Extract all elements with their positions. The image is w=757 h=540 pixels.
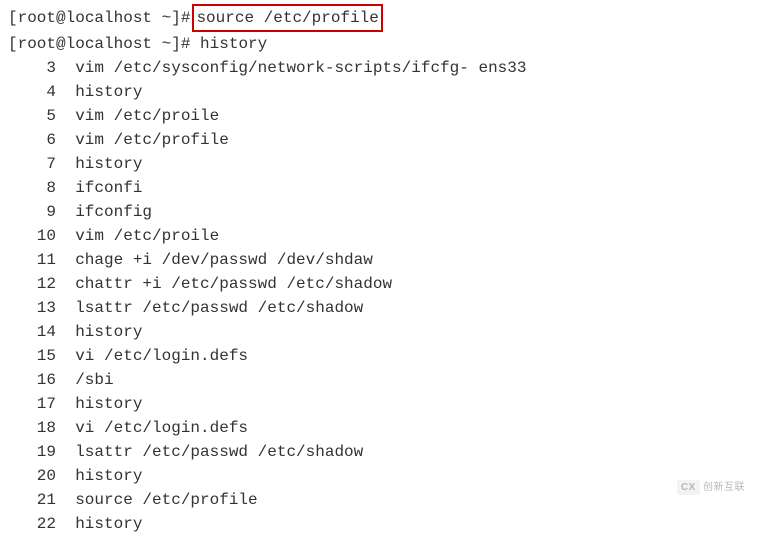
history-command: history — [75, 395, 142, 413]
history-line: 6 vim /etc/profile — [8, 128, 749, 152]
history-line: 11 chage +i /dev/passwd /dev/shdaw — [8, 248, 749, 272]
history-number: 17 — [8, 392, 56, 416]
history-number: 14 — [8, 320, 56, 344]
history-command: /sbi — [75, 371, 113, 389]
history-number: 10 — [8, 224, 56, 248]
watermark-logo: CX — [677, 480, 700, 495]
history-command: vim /etc/proile — [75, 107, 219, 125]
history-command: ifconfig — [75, 203, 152, 221]
history-command: ifconfi — [75, 179, 142, 197]
history-number: 7 — [8, 152, 56, 176]
history-number: 11 — [8, 248, 56, 272]
history-line: 18 vi /etc/login.defs — [8, 416, 749, 440]
history-line: 10 vim /etc/proile — [8, 224, 749, 248]
history-number: 13 — [8, 296, 56, 320]
history-command: source /etc/profile — [75, 491, 257, 509]
history-command: history — [75, 155, 142, 173]
history-line: 3 vim /etc/sysconfig/network-scripts/ifc… — [8, 56, 749, 80]
history-number: 12 — [8, 272, 56, 296]
history-command: vi /etc/login.defs — [75, 419, 248, 437]
history-number: 5 — [8, 104, 56, 128]
history-command: history — [75, 467, 142, 485]
history-command: vim /etc/sysconfig/network-scripts/ifcfg… — [75, 59, 526, 77]
history-command: history — [75, 515, 142, 533]
history-line: 7 history — [8, 152, 749, 176]
history-line: 22 history — [8, 512, 749, 536]
history-line: 8 ifconfi — [8, 176, 749, 200]
history-number: 3 — [8, 56, 56, 80]
shell-prompt-2: [root@localhost ~]# — [8, 35, 200, 53]
terminal-line-2[interactable]: [root@localhost ~]# history — [8, 32, 749, 56]
history-command: vi /etc/login.defs — [75, 347, 248, 365]
history-number: 22 — [8, 512, 56, 536]
history-output: 3 vim /etc/sysconfig/network-scripts/ifc… — [8, 56, 749, 536]
history-command: chage +i /dev/passwd /dev/shdaw — [75, 251, 373, 269]
history-number: 4 — [8, 80, 56, 104]
history-line: 19 lsattr /etc/passwd /etc/shadow — [8, 440, 749, 464]
history-line: 21 source /etc/profile — [8, 488, 749, 512]
history-command: vim /etc/proile — [75, 227, 219, 245]
watermark: CX 创新互联 — [677, 480, 745, 495]
history-number: 21 — [8, 488, 56, 512]
history-command: history — [75, 323, 142, 341]
history-number: 19 — [8, 440, 56, 464]
terminal-line-1[interactable]: [root@localhost ~]#source /etc/profile — [8, 4, 749, 32]
history-number: 16 — [8, 368, 56, 392]
watermark-text: 创新互联 — [703, 482, 745, 493]
history-number: 18 — [8, 416, 56, 440]
history-command: history — [75, 83, 142, 101]
history-command: vim /etc/profile — [75, 131, 229, 149]
history-command: chattr +i /etc/passwd /etc/shadow — [75, 275, 392, 293]
history-number: 9 — [8, 200, 56, 224]
shell-prompt-1: [root@localhost ~]# — [8, 9, 190, 27]
history-line: 5 vim /etc/proile — [8, 104, 749, 128]
history-command: lsattr /etc/passwd /etc/shadow — [75, 299, 363, 317]
history-line: 17 history — [8, 392, 749, 416]
history-line: 9 ifconfig — [8, 200, 749, 224]
history-line: 15 vi /etc/login.defs — [8, 344, 749, 368]
history-number: 15 — [8, 344, 56, 368]
highlighted-command-box: source /etc/profile — [192, 4, 382, 32]
history-number: 20 — [8, 464, 56, 488]
history-line: 20 history — [8, 464, 749, 488]
history-number: 8 — [8, 176, 56, 200]
history-line: 13 lsattr /etc/passwd /etc/shadow — [8, 296, 749, 320]
history-line: 12 chattr +i /etc/passwd /etc/shadow — [8, 272, 749, 296]
history-command: lsattr /etc/passwd /etc/shadow — [75, 443, 363, 461]
history-line: 4 history — [8, 80, 749, 104]
history-number: 6 — [8, 128, 56, 152]
command-text: history — [200, 35, 267, 53]
history-line: 16 /sbi — [8, 368, 749, 392]
history-line: 14 history — [8, 320, 749, 344]
